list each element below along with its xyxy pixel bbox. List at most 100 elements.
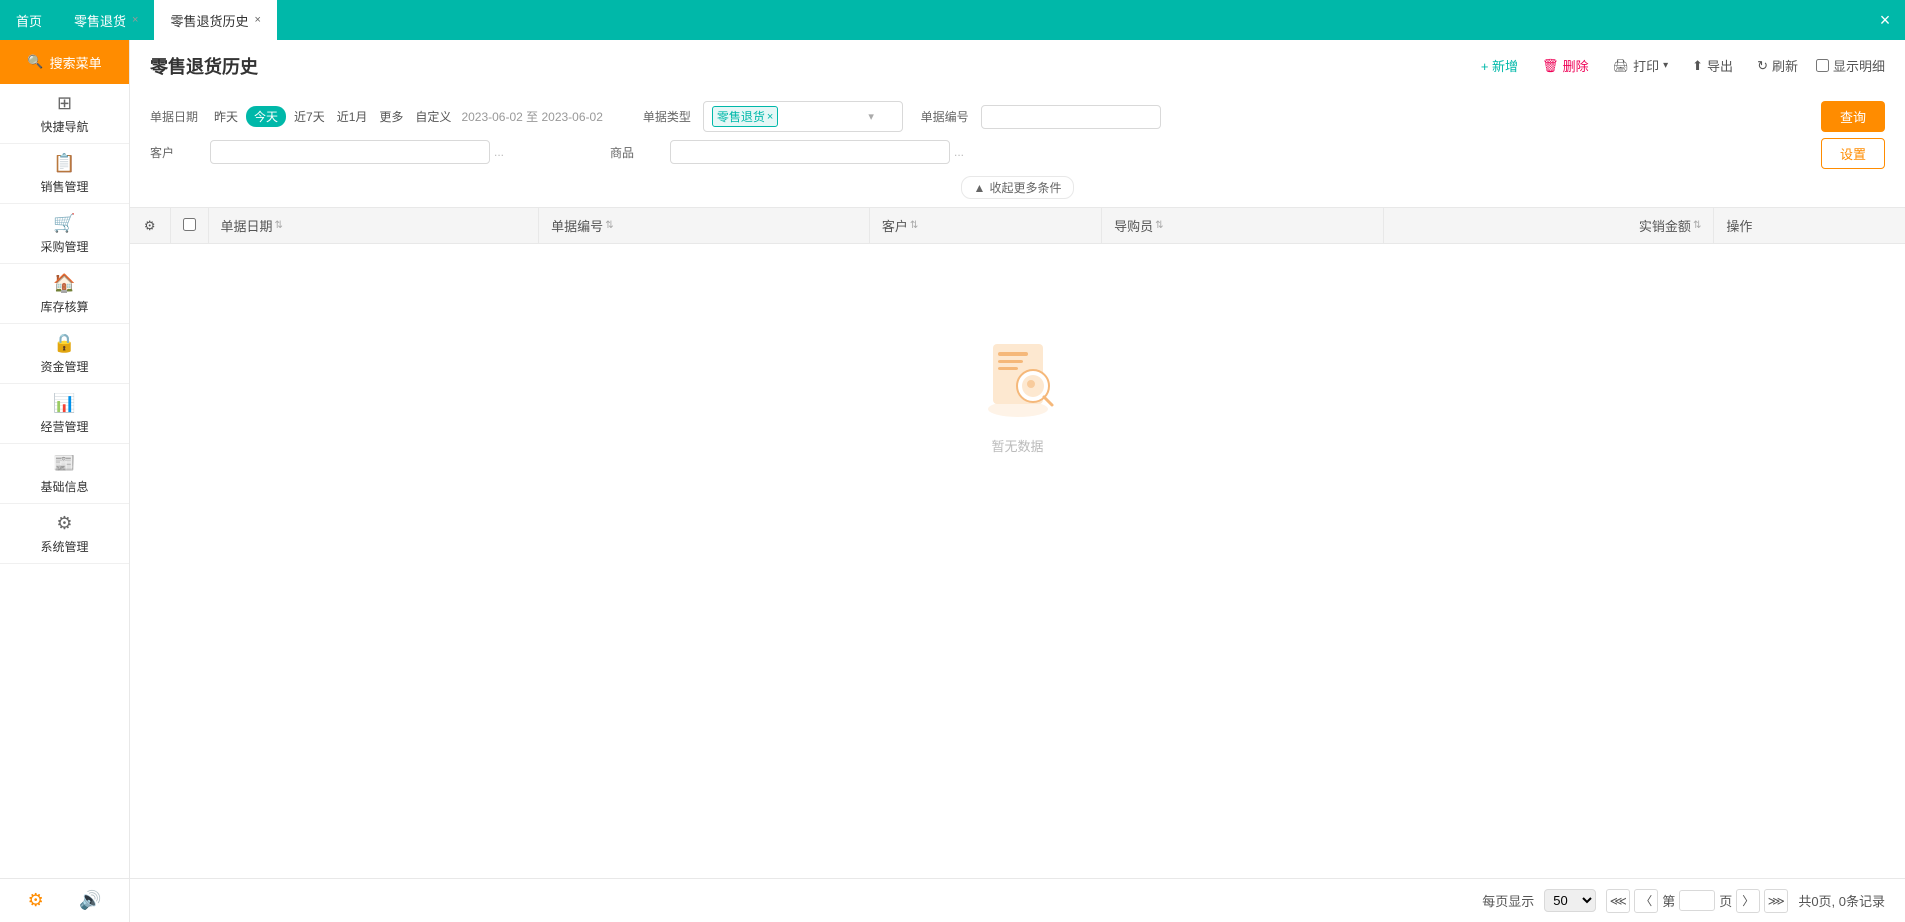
sound-icon[interactable]: 🔊 <box>79 890 101 911</box>
tab-retail-return-history-close[interactable]: × <box>254 14 260 26</box>
refresh-button[interactable]: ↻ 刷新 <box>1751 52 1804 79</box>
print-button[interactable]: 🖨 打印 ▾ <box>1607 52 1675 79</box>
th-date[interactable]: 单据日期 ⇅ <box>208 208 539 244</box>
window-close-button[interactable]: × <box>1865 0 1905 40</box>
export-button[interactable]: ⬆ 导出 <box>1686 52 1739 79</box>
page-nav: ⋘ 〈 第 1 页 〉 ⋙ <box>1606 889 1788 913</box>
page-next-button[interactable]: 〉 <box>1736 889 1760 913</box>
page-prev-button[interactable]: 〈 <box>1634 889 1658 913</box>
page-number-input[interactable]: 1 <box>1679 890 1715 911</box>
toolbar: + 新增 🗑 删除 🖨 打印 ▾ ⬆ 导出 <box>1475 52 1885 79</box>
tab-home-label: 首页 <box>16 11 42 30</box>
type-select-dropdown-icon: ▾ <box>868 110 874 123</box>
sidebar-item-system-mgmt[interactable]: ⚙ 系统管理 <box>0 504 129 564</box>
select-all-checkbox[interactable] <box>183 218 196 231</box>
sidebar-item-operation-label: 经营管理 <box>40 418 88 435</box>
customer-filter-dots[interactable]: ... <box>490 145 508 159</box>
filter-customer-group: 客户 ... <box>150 140 570 164</box>
shortcut-more[interactable]: 更多 <box>375 106 407 127</box>
export-icon: ⬆ <box>1692 58 1703 74</box>
system-mgmt-icon: ⚙ <box>56 513 72 534</box>
page-first-button[interactable]: ⋘ <box>1606 889 1630 913</box>
show-detail-checkbox-label[interactable]: 显示明细 <box>1816 56 1885 75</box>
tab-retail-return[interactable]: 零售退货 × <box>58 0 154 40</box>
type-select[interactable]: 零售退货 × ▾ <box>703 101 903 132</box>
page-last-button[interactable]: ⋙ <box>1764 889 1788 913</box>
shortcut-custom[interactable]: 自定义 <box>411 106 455 127</box>
collapse-up-icon: ▲ <box>974 181 986 195</box>
sort-date-icon: ⇅ <box>275 220 283 231</box>
th-checkbox[interactable] <box>170 208 208 244</box>
goods-filter-input[interactable] <box>670 140 950 164</box>
settings-icon[interactable]: ⚙ <box>144 218 156 233</box>
tab-retail-return-close[interactable]: × <box>132 14 138 26</box>
th-guide-label: 导购员 <box>1114 216 1153 235</box>
tab-home[interactable]: 首页 <box>0 0 58 40</box>
refresh-icon: ↻ <box>1757 58 1768 74</box>
sales-mgmt-icon: 📋 <box>53 153 75 174</box>
delete-button[interactable]: 🗑 删除 <box>1536 52 1595 79</box>
tab-retail-return-label: 零售退货 <box>74 11 126 30</box>
customer-filter-input[interactable] <box>210 140 490 164</box>
type-tag-remove[interactable]: × <box>767 111 773 123</box>
th-customer[interactable]: 客户 ⇅ <box>869 208 1101 244</box>
shortcut-1month[interactable]: 近1月 <box>333 106 372 127</box>
sidebar-item-system-mgmt-label: 系统管理 <box>40 538 88 555</box>
sidebar-item-inventory[interactable]: 🏠 库存核算 <box>0 264 129 324</box>
number-filter-input[interactable] <box>981 105 1161 129</box>
tab-bar: 首页 零售退货 × 零售退货历史 × <box>0 0 1865 40</box>
collapse-button[interactable]: ▲ 收起更多条件 <box>961 176 1075 199</box>
sidebar-bottom: ⚙ 🔊 <box>0 878 129 922</box>
new-button-label: + 新增 <box>1481 56 1518 75</box>
top-bar: 首页 零售退货 × 零售退货历史 × × <box>0 0 1905 40</box>
show-detail-label: 显示明细 <box>1833 56 1885 75</box>
th-number-label: 单据编号 <box>551 216 603 235</box>
sidebar-search[interactable]: 🔍 搜索菜单 <box>0 40 129 84</box>
filter-goods-group: 商品 ... <box>610 140 1801 164</box>
filter-row-2: 客户 ... 商品 ... <box>150 140 1801 164</box>
show-detail-checkbox[interactable] <box>1816 59 1829 72</box>
print-button-label: 打印 <box>1633 56 1659 75</box>
tab-retail-return-history-label: 零售退货历史 <box>170 11 248 30</box>
th-guide[interactable]: 导购员 ⇅ <box>1102 208 1384 244</box>
type-tag: 零售退货 × <box>712 106 778 127</box>
th-settings[interactable]: ⚙ <box>130 208 170 244</box>
th-amount[interactable]: 实销金额 ⇅ <box>1383 208 1714 244</box>
empty-state: 暂无数据 <box>130 244 1905 535</box>
sidebar-item-sales-mgmt-label: 销售管理 <box>40 178 88 195</box>
sidebar-item-sales-mgmt[interactable]: 📋 销售管理 <box>0 144 129 204</box>
shortcut-yesterday[interactable]: 昨天 <box>210 106 242 127</box>
collapse-button-label: 收起更多条件 <box>989 179 1061 196</box>
sort-number-icon: ⇅ <box>605 220 613 231</box>
sidebar-item-quick-nav[interactable]: ⊞ 快捷导航 <box>0 84 129 144</box>
delete-icon: 🗑 <box>1542 58 1559 74</box>
per-page-label: 每页显示 <box>1482 891 1534 910</box>
shortcut-today[interactable]: 今天 <box>246 106 286 127</box>
th-number[interactable]: 单据编号 ⇅ <box>539 208 870 244</box>
sidebar-item-basic-info[interactable]: 📰 基础信息 <box>0 444 129 504</box>
goods-filter-dots[interactable]: ... <box>950 145 968 159</box>
sidebar-item-purchase-mgmt[interactable]: 🛒 采购管理 <box>0 204 129 264</box>
sidebar: 🔍 搜索菜单 ⊞ 快捷导航 📋 销售管理 🛒 采购管理 🏠 库存核算 🔒 <box>0 40 130 922</box>
sidebar-item-finance[interactable]: 🔒 资金管理 <box>0 324 129 384</box>
filter-date-group: 单据日期 昨天 今天 近7天 近1月 更多 自定义 2023-06-02 至 2… <box>150 106 603 127</box>
sidebar-search-label: 搜索菜单 <box>50 53 102 72</box>
shortcut-7days[interactable]: 近7天 <box>290 106 329 127</box>
empty-text: 暂无数据 <box>991 436 1043 455</box>
tab-retail-return-history[interactable]: 零售退货历史 × <box>154 0 276 40</box>
new-button[interactable]: + 新增 <box>1475 52 1524 79</box>
goods-filter-label: 商品 <box>610 144 670 161</box>
th-customer-label: 客户 <box>882 216 908 235</box>
finance-icon: 🔒 <box>53 333 75 354</box>
date-shortcuts: 昨天 今天 近7天 近1月 更多 自定义 <box>210 106 455 127</box>
sidebar-nav: ⊞ 快捷导航 📋 销售管理 🛒 采购管理 🏠 库存核算 🔒 资金管理 📊 <box>0 84 129 878</box>
per-page-select[interactable]: 50 100 200 <box>1544 889 1596 912</box>
set-button[interactable]: 设置 <box>1821 138 1885 169</box>
table-container: ⚙ 单据日期 ⇅ <box>130 208 1905 878</box>
inventory-icon: 🏠 <box>53 273 75 294</box>
query-button[interactable]: 查询 <box>1821 101 1885 132</box>
print-icon: 🖨 <box>1613 58 1630 74</box>
sidebar-item-operation[interactable]: 📊 经营管理 <box>0 384 129 444</box>
number-filter-label: 单据编号 <box>921 108 981 125</box>
settings-bottom-icon[interactable]: ⚙ <box>28 890 44 911</box>
